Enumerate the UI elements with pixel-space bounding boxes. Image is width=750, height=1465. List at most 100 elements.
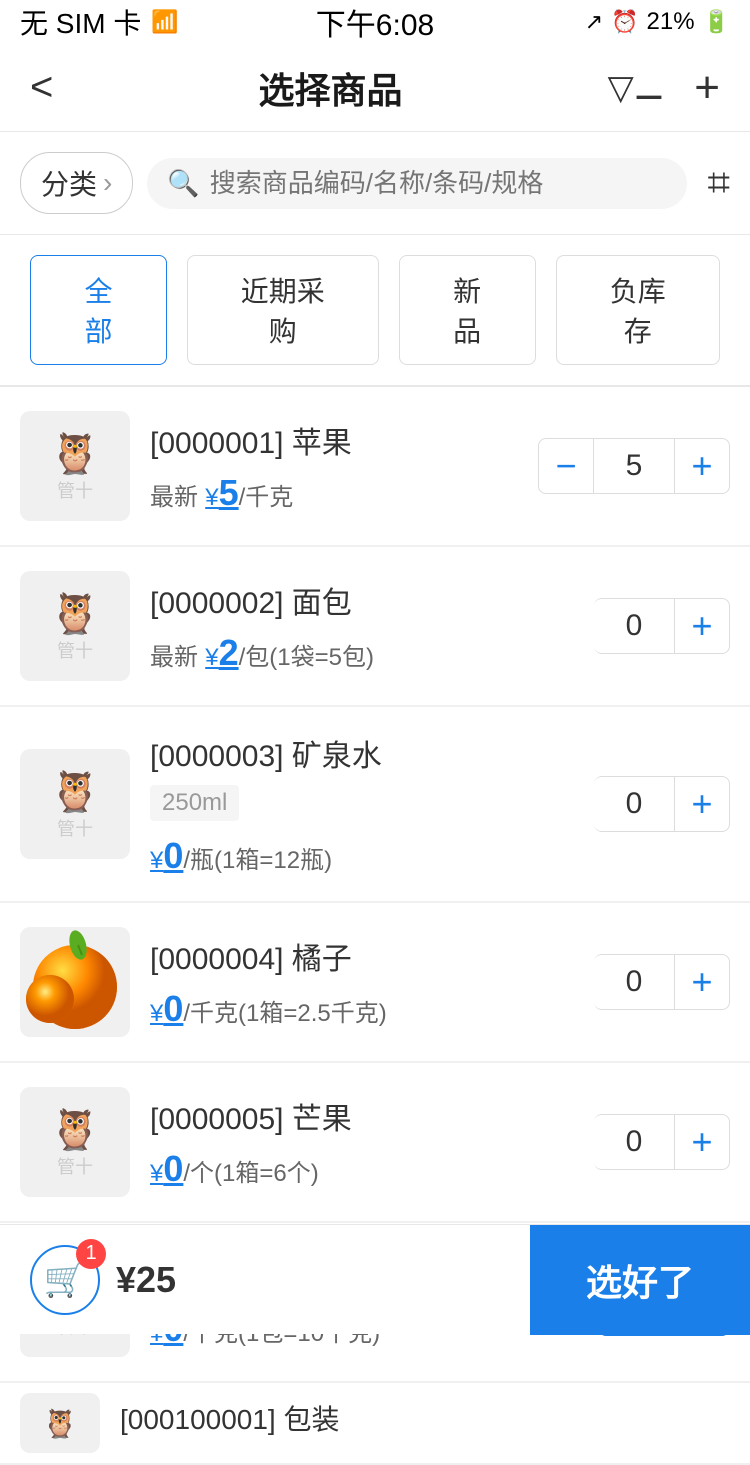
nav-bar: < 选择商品 ▽⚊ + (0, 44, 750, 132)
cart-total: ¥25 (116, 1259, 176, 1301)
cart-button[interactable]: 🛒 1 (30, 1245, 100, 1315)
price-unit: /瓶(1箱=12瓶) (183, 847, 332, 874)
product-image-0000001: 🦉 管十 (20, 411, 130, 521)
brand-logo-text: 管十 (57, 637, 93, 663)
price-value: 2 (219, 632, 239, 673)
increase-button[interactable]: + (674, 954, 730, 1010)
product-name: [000100001] 包装 (120, 1398, 730, 1438)
product-name: [0000001] 苹果 (150, 418, 518, 462)
list-item: [0000004] 橘子 ¥0/千克(1箱=2.5千克) + (0, 903, 750, 1061)
quantity-control-0000005: + (594, 1114, 730, 1170)
cart-section: 🛒 1 ¥25 (0, 1245, 530, 1315)
currency: ¥ (150, 1160, 163, 1187)
currency: ¥ (205, 644, 218, 671)
increase-button[interactable]: + (674, 438, 730, 494)
product-info-0000004: [0000004] 橘子 ¥0/千克(1箱=2.5千克) (150, 934, 574, 1030)
quantity-control-0000003: + (594, 776, 730, 832)
brand-logo-icon: 🦉 (50, 768, 100, 815)
status-carrier: 无 SIM 卡 📶 (20, 2, 179, 42)
page-title: 选择商品 (259, 62, 403, 114)
product-price: 最新 ¥2/包(1袋=5包) (150, 632, 574, 674)
product-image-0000003: 🦉 管十 (20, 749, 130, 859)
price-prefix: 最新 (150, 484, 198, 511)
price-unit: /包(1袋=5包) (239, 644, 374, 671)
quantity-control-0000004: + (594, 954, 730, 1010)
product-image-0000005: 🦉 管十 (20, 1087, 130, 1197)
search-input[interactable] (210, 168, 668, 199)
search-bar: 🔍 (147, 158, 687, 209)
brand-logo-text: 管十 (57, 1153, 93, 1179)
list-item: 🦉 管十 [0000002] 面包 最新 ¥2/包(1袋=5包) + (0, 547, 750, 705)
tab-recent[interactable]: 近期采购 (187, 255, 379, 365)
status-right: ↗ ⏰ 21% 🔋 (585, 8, 730, 36)
scan-icon[interactable]: ⌗ (707, 161, 730, 206)
back-button[interactable]: < (30, 65, 53, 110)
product-name: [0000002] 面包 (150, 578, 574, 622)
battery-text: 21% (647, 8, 695, 36)
price-unit: /千克 (239, 484, 294, 511)
quantity-control-0000002: + (594, 598, 730, 654)
brand-logo-icon: 🦉 (50, 1106, 100, 1153)
orange-image (20, 927, 130, 1037)
increase-button[interactable]: + (674, 1114, 730, 1170)
increase-button[interactable]: + (674, 776, 730, 832)
search-icon: 🔍 (167, 168, 199, 199)
quantity-input[interactable] (594, 438, 674, 494)
product-info-0000002: [0000002] 面包 最新 ¥2/包(1袋=5包) (150, 578, 574, 674)
price-value: 0 (163, 835, 183, 876)
bottom-bar: 🛒 1 ¥25 选好了 (0, 1224, 750, 1334)
battery-icon: 🔋 (703, 9, 730, 35)
tab-all[interactable]: 全部 (30, 255, 167, 365)
brand-logo-text: 管十 (57, 477, 93, 503)
price-unit: /个(1箱=6个) (183, 1160, 318, 1187)
list-item: 🦉 管十 [0000001] 苹果 最新 ¥5/千克 − + (0, 387, 750, 545)
cart-icon: 🛒 (44, 1260, 86, 1300)
add-button[interactable]: + (694, 63, 720, 113)
brand-logo-icon: 🦉 (50, 590, 100, 637)
status-time: 下午6:08 (316, 0, 434, 44)
product-image-0000002: 🦉 管十 (20, 571, 130, 681)
brand-logo-icon: 🦉 (43, 1407, 78, 1440)
price-value: 0 (163, 988, 183, 1029)
quantity-input[interactable] (594, 598, 674, 654)
product-name: [0000004] 橘子 (150, 934, 574, 978)
alarm-icon: ⏰ (611, 9, 638, 35)
currency: ¥ (205, 484, 218, 511)
product-info-0000001: [0000001] 苹果 最新 ¥5/千克 (150, 418, 518, 514)
tab-bar: 全部 近期采购 新品 负库存 (0, 235, 750, 387)
filter-icon[interactable]: ▽⚊ (608, 68, 665, 108)
increase-button[interactable]: + (674, 598, 730, 654)
price-unit: /千克(1箱=2.5千克) (183, 1000, 386, 1027)
product-info-0000003: [0000003] 矿泉水 250ml ¥0/瓶(1箱=12瓶) (150, 731, 574, 877)
quantity-input[interactable] (594, 1114, 674, 1170)
wifi-icon: 📶 (151, 9, 178, 35)
product-price: ¥0/个(1箱=6个) (150, 1148, 574, 1190)
placeholder-logo: 🦉 (43, 1407, 78, 1440)
decrease-button[interactable]: − (538, 438, 594, 494)
nav-left: < (30, 65, 53, 110)
product-spec: 250ml (150, 785, 239, 821)
cart-badge: 1 (76, 1239, 106, 1269)
nav-right: ▽⚊ + (608, 63, 720, 113)
product-info-0000005: [0000005] 芒果 ¥0/个(1箱=6个) (150, 1094, 574, 1190)
price-value: 5 (219, 472, 239, 513)
tab-new[interactable]: 新品 (399, 255, 536, 365)
category-button[interactable]: 分类 › (20, 152, 133, 214)
product-name: [0000005] 芒果 (150, 1094, 574, 1138)
confirm-button[interactable]: 选好了 (530, 1225, 750, 1335)
price-prefix: 最新 (150, 644, 198, 671)
product-price: 最新 ¥5/千克 (150, 472, 518, 514)
status-bar: 无 SIM 卡 📶 下午6:08 ↗ ⏰ 21% 🔋 (0, 0, 750, 44)
brand-logo-text: 管十 (57, 815, 93, 841)
product-image-0000004 (20, 927, 130, 1037)
placeholder-logo: 🦉 管十 (50, 430, 100, 503)
category-label: 分类 (41, 163, 97, 203)
list-item: 🦉 管十 [0000005] 芒果 ¥0/个(1箱=6个) + (0, 1063, 750, 1221)
price-value: 0 (163, 1148, 183, 1189)
quantity-input[interactable] (594, 954, 674, 1010)
tab-negative[interactable]: 负库存 (556, 255, 720, 365)
list-item: 🦉 管十 [0000003] 矿泉水 250ml ¥0/瓶(1箱=12瓶) + (0, 707, 750, 901)
product-price: ¥0/千克(1箱=2.5千克) (150, 988, 574, 1030)
quantity-input[interactable] (594, 776, 674, 832)
quantity-control-0000001: − + (538, 438, 730, 494)
